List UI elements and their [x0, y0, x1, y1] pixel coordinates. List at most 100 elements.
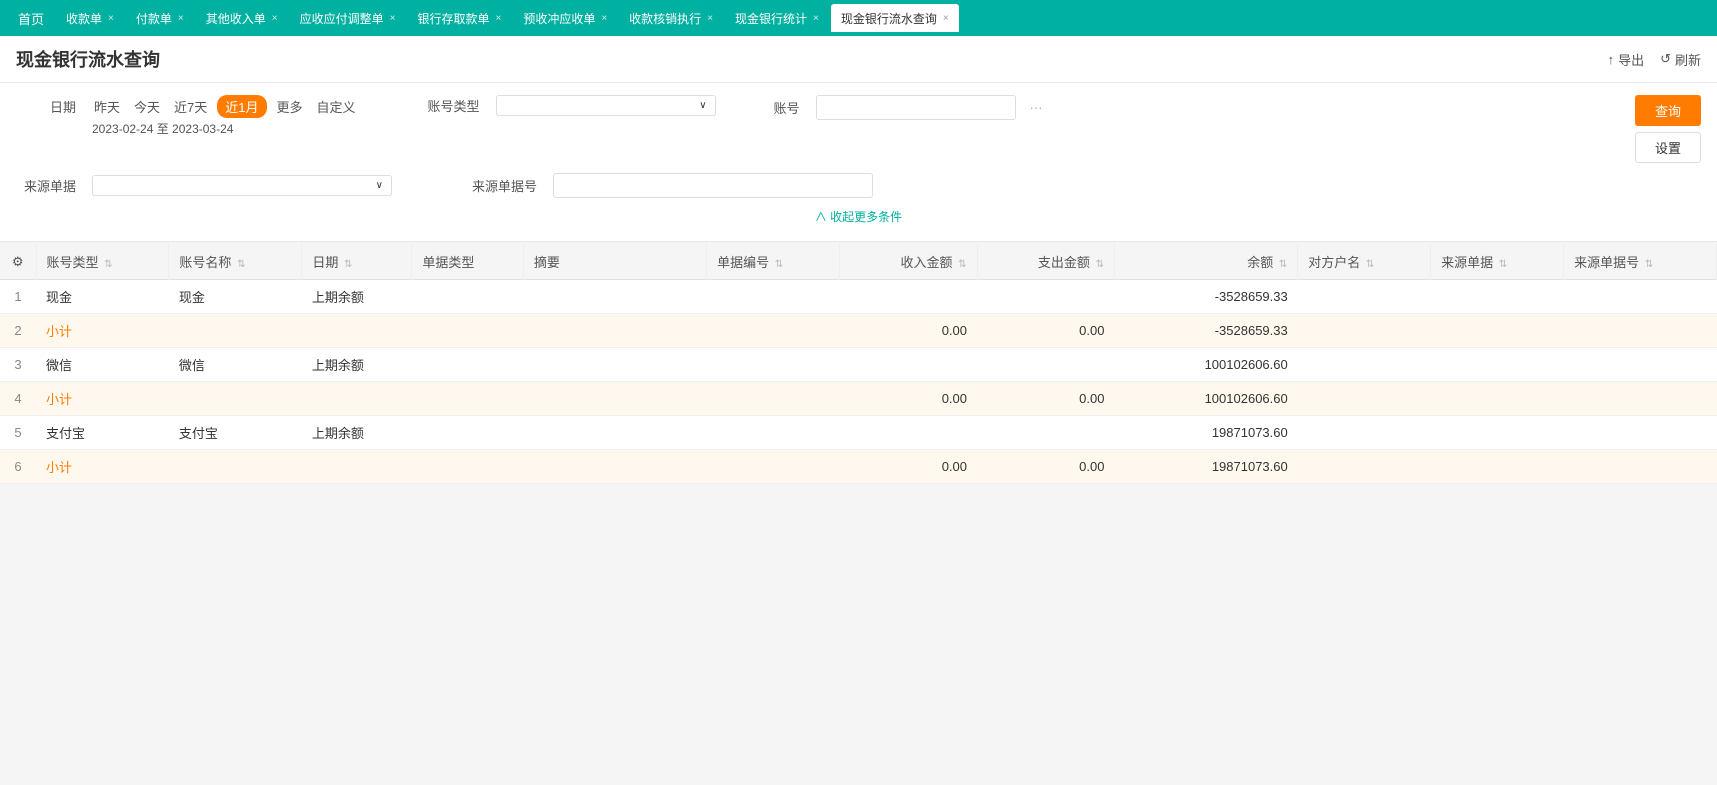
cell-date: [302, 450, 412, 484]
query-button[interactable]: 查询: [1635, 95, 1701, 126]
nav-tab-close[interactable]: ×: [943, 13, 949, 24]
cell-account-type: 小计: [36, 450, 169, 484]
column-counterparty[interactable]: 对方户名 ⇅: [1298, 244, 1431, 280]
table-row[interactable]: 3 微信 微信 上期余额 100102606.60: [0, 348, 1717, 382]
nav-tab-verify[interactable]: 收款核销执行 ×: [619, 4, 723, 32]
cell-date: 上期余额: [302, 416, 412, 450]
date-filter-group: 日期 昨天 今天 近7天 近1月 更多 自定义 2023-02-24 至 202…: [16, 95, 360, 137]
row-num: 4: [0, 382, 36, 416]
cell-doc-num: [707, 382, 840, 416]
chevron-down-icon: ∨: [376, 180, 383, 191]
row-num: 6: [0, 450, 36, 484]
cell-source-doc-num: [1564, 382, 1717, 416]
source-doc-num-input[interactable]: [553, 173, 873, 198]
sort-icon: ⇅: [1096, 259, 1104, 270]
row-num: 3: [0, 348, 36, 382]
nav-tab-stats[interactable]: 现金银行统计 ×: [725, 4, 829, 32]
nav-home[interactable]: 首页: [8, 9, 54, 28]
cell-doc-type: [412, 348, 524, 382]
column-date[interactable]: 日期 ⇅: [302, 244, 412, 280]
column-balance[interactable]: 余额 ⇅: [1114, 244, 1297, 280]
cell-balance: 19871073.60: [1114, 450, 1297, 484]
nav-tab-close[interactable]: ×: [108, 13, 114, 24]
cell-balance: 19871073.60: [1114, 416, 1297, 450]
column-source-doc-num-label: 来源单据号: [1574, 255, 1639, 270]
nav-tab-close[interactable]: ×: [272, 13, 278, 24]
filter-area: 日期 昨天 今天 近7天 近1月 更多 自定义 2023-02-24 至 202…: [0, 83, 1717, 242]
cell-source-doc: [1431, 416, 1564, 450]
source-doc-select[interactable]: ∨: [92, 175, 392, 196]
column-income[interactable]: 收入金额 ⇅: [840, 244, 977, 280]
column-expense[interactable]: 支出金额 ⇅: [977, 244, 1114, 280]
row-num: 1: [0, 280, 36, 314]
column-doc-num-label: 单据编号: [717, 255, 769, 270]
column-date-label: 日期: [312, 255, 338, 270]
column-source-doc[interactable]: 来源单据 ⇅: [1431, 244, 1564, 280]
header-actions: ↑ 导出 ↺ 刷新: [1608, 50, 1701, 69]
cell-income: [840, 348, 977, 382]
date-opt-yesterday[interactable]: 昨天: [90, 95, 124, 118]
table-row[interactable]: 6 小计 0.00 0.00 19871073.60: [0, 450, 1717, 484]
nav-tab-shoudan[interactable]: 收款单 ×: [56, 4, 124, 32]
date-opt-7days[interactable]: 近7天: [170, 95, 211, 118]
account-type-select[interactable]: ∨: [496, 95, 716, 116]
row-num: 5: [0, 416, 36, 450]
nav-tab-label: 付款单: [136, 10, 172, 27]
table-row[interactable]: 1 现金 现金 上期余额 -3528659.33: [0, 280, 1717, 314]
date-opt-1month[interactable]: 近1月: [217, 95, 266, 118]
nav-tab-close[interactable]: ×: [390, 13, 396, 24]
gear-icon: ⚙: [12, 254, 24, 269]
cell-doc-type: [412, 450, 524, 484]
date-range-text: 2023-02-24 至 2023-03-24: [92, 122, 233, 136]
column-account-type-label: 账号类型: [47, 255, 99, 270]
account-input[interactable]: [816, 95, 1016, 120]
refresh-button[interactable]: ↺ 刷新: [1660, 50, 1701, 69]
cell-income: 0.00: [840, 450, 977, 484]
nav-tab-fudan[interactable]: 付款单 ×: [126, 4, 194, 32]
cell-source-doc-num: [1564, 348, 1717, 382]
column-source-doc-num[interactable]: 来源单据号 ⇅: [1564, 244, 1717, 280]
cell-source-doc-num: [1564, 450, 1717, 484]
nav-tab-close[interactable]: ×: [813, 13, 819, 24]
cell-expense: [977, 416, 1114, 450]
cell-source-doc-num: [1564, 314, 1717, 348]
cell-date: 上期余额: [302, 280, 412, 314]
column-account-type[interactable]: 账号类型 ⇅: [36, 244, 169, 280]
right-action-buttons: 查询 设置: [1635, 95, 1701, 163]
nav-tab-bank-deposit[interactable]: 银行存取款单 ×: [407, 4, 511, 32]
date-opt-custom[interactable]: 自定义: [313, 95, 360, 118]
cell-summary: [523, 280, 706, 314]
nav-tab-ledger[interactable]: 现金银行流水查询 ×: [831, 4, 959, 32]
nav-tab-close[interactable]: ×: [178, 13, 184, 24]
settings-button[interactable]: 设置: [1635, 132, 1701, 163]
column-doc-type: 单据类型: [412, 244, 524, 280]
nav-tab-adjust[interactable]: 应收应付调整单 ×: [290, 4, 406, 32]
column-settings[interactable]: ⚙: [0, 244, 36, 280]
nav-tab-close[interactable]: ×: [601, 13, 607, 24]
nav-tab-close[interactable]: ×: [495, 13, 501, 24]
table-row[interactable]: 2 小计 0.00 0.00 -3528659.33: [0, 314, 1717, 348]
date-opt-today[interactable]: 今天: [130, 95, 164, 118]
column-account-name[interactable]: 账号名称 ⇅: [169, 244, 302, 280]
export-label: 导出: [1618, 50, 1644, 69]
sort-icon: ⇅: [1366, 259, 1374, 270]
export-button[interactable]: ↑ 导出: [1608, 50, 1645, 69]
table-row[interactable]: 4 小计 0.00 0.00 100102606.60: [0, 382, 1717, 416]
cell-account-name: 微信: [169, 348, 302, 382]
nav-tab-close[interactable]: ×: [707, 13, 713, 24]
collapse-bar[interactable]: ∧ 收起更多条件: [16, 204, 1701, 229]
cell-doc-num: [707, 450, 840, 484]
nav-tab-label: 收款核销执行: [629, 10, 701, 27]
cell-source-doc: [1431, 450, 1564, 484]
table-row[interactable]: 5 支付宝 支付宝 上期余额 19871073.60: [0, 416, 1717, 450]
sort-icon: ⇅: [775, 259, 783, 270]
cell-account-type: 支付宝: [36, 416, 169, 450]
date-opt-more[interactable]: 更多: [273, 95, 307, 118]
nav-tab-other-income[interactable]: 其他收入单 ×: [196, 4, 288, 32]
cell-source-doc-num: [1564, 280, 1717, 314]
nav-tab-label: 收款单: [66, 10, 102, 27]
cell-account-name: 现金: [169, 280, 302, 314]
dots-icon[interactable]: ···: [1030, 100, 1043, 115]
nav-tab-prepay[interactable]: 预收冲应收单 ×: [513, 4, 617, 32]
column-doc-num[interactable]: 单据编号 ⇅: [707, 244, 840, 280]
